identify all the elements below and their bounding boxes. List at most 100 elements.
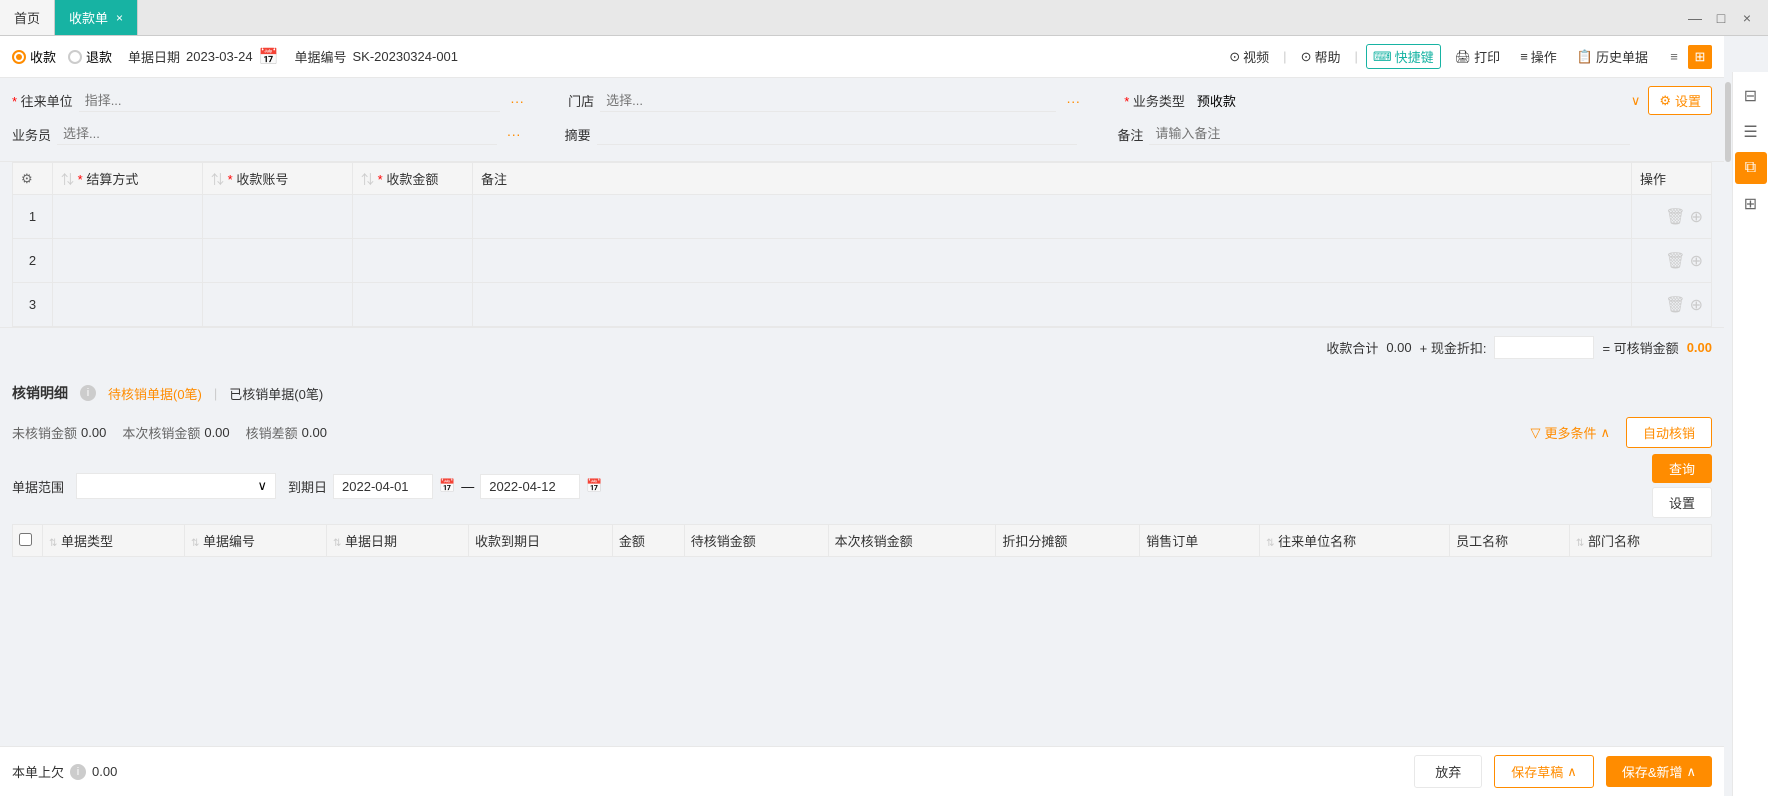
window-close-button[interactable]: ×: [1738, 9, 1756, 27]
row3-delete-button[interactable]: 🗑: [1665, 295, 1685, 315]
row2-settle[interactable]: [53, 239, 203, 283]
abandon-button[interactable]: 放弃: [1414, 755, 1482, 788]
window-maximize-button[interactable]: □: [1712, 9, 1730, 27]
biz-type-label: * 业务类型: [1124, 91, 1185, 110]
save-draft-button[interactable]: 保存草稿 ∧: [1494, 755, 1594, 788]
remarks-input[interactable]: [1149, 123, 1630, 145]
row3-copy-button[interactable]: ⊕: [1690, 295, 1703, 315]
radio-refund[interactable]: 退款: [68, 47, 112, 66]
operate-button[interactable]: ≡ 操作: [1514, 45, 1563, 68]
date-end-input[interactable]: [480, 474, 580, 499]
radio-group: 收款 退款: [12, 47, 112, 66]
query-button[interactable]: 查询: [1652, 454, 1712, 483]
col-account-header: ⇅ * 收款账号: [203, 163, 353, 195]
counter-more-button[interactable]: ···: [506, 93, 528, 109]
sort-icon-number: ⇅: [191, 538, 199, 549]
tab-close-icon[interactable]: ×: [116, 11, 123, 25]
row1-copy-button[interactable]: ⊕: [1690, 207, 1703, 227]
reconcile-settings-button[interactable]: 设置: [1652, 487, 1712, 518]
staff-input[interactable]: [57, 123, 497, 145]
chevron-up-icon: ∧: [1600, 425, 1610, 441]
reconcile-header: 核销明细 i 待核销单据(0笔) | 已核销单据(0笔): [12, 383, 1712, 403]
table-gear-icon[interactable]: ⚙: [21, 171, 33, 186]
diff-stat: 核销差额 0.00: [246, 423, 327, 442]
row3-account[interactable]: [203, 283, 353, 327]
radio-income[interactable]: 收款: [12, 47, 56, 66]
calendar-end-icon[interactable]: 📅: [586, 478, 602, 494]
calendar-icon[interactable]: 📅: [259, 47, 279, 67]
info-icon2[interactable]: i: [70, 764, 86, 780]
settings-button[interactable]: ⚙ 设置: [1648, 86, 1712, 115]
print-button[interactable]: 🖨 打印: [1449, 45, 1507, 68]
row1-account[interactable]: [203, 195, 353, 239]
scope-label: 单据范围: [12, 477, 64, 496]
row3-remark[interactable]: [473, 283, 1632, 327]
content-area: 收款 退款 单据日期 2023-03-24 📅 单据编号 SK-20230324…: [0, 36, 1724, 796]
table-row: 1 🗑 ⊕: [13, 195, 1712, 239]
summary-input[interactable]: [597, 123, 1078, 145]
shop-more-button[interactable]: ···: [1062, 93, 1084, 109]
pending-tab-link[interactable]: 待核销单据(0笔): [108, 384, 202, 403]
total-value: 0.00: [1386, 340, 1411, 355]
help-button[interactable]: ⊙ 帮助: [1295, 45, 1347, 68]
row2-delete-button[interactable]: 🗑: [1665, 251, 1685, 271]
right-panel: ⊟ ☰ ⧉ ⊞: [1732, 72, 1768, 796]
col-amount-header: ⇅ * 收款金额: [353, 163, 473, 195]
history-icon: 📋: [1577, 49, 1593, 65]
auto-reconcile-button[interactable]: 自动核销: [1626, 417, 1712, 448]
scope-select[interactable]: ∨: [76, 473, 276, 499]
col-amount-header: 金额: [612, 525, 684, 557]
counter-input[interactable]: [79, 90, 500, 112]
print-label: 打印: [1474, 47, 1500, 66]
window-controls: — □ ×: [1686, 9, 1768, 27]
tab-home[interactable]: 首页: [0, 0, 55, 35]
unreconciled-stat: 未核销金额 0.00: [12, 423, 106, 442]
discount-input[interactable]: [1494, 336, 1594, 359]
window-minimize-button[interactable]: —: [1686, 9, 1704, 27]
row3-amount[interactable]: [353, 283, 473, 327]
shortcut-button[interactable]: ⌨ 快捷键: [1366, 44, 1441, 69]
layout-list-button[interactable]: ≡: [1662, 45, 1686, 69]
col-gear: ⚙: [13, 163, 53, 195]
tab-collection[interactable]: 收款单 ×: [55, 0, 138, 35]
radio-refund-dot: [68, 50, 82, 64]
select-all-checkbox[interactable]: [19, 533, 32, 546]
row2-amount[interactable]: [353, 239, 473, 283]
save-draft-label: 保存草稿: [1511, 762, 1563, 781]
calendar-start-icon[interactable]: 📅: [439, 478, 455, 494]
more-conditions-button[interactable]: ▽ 更多条件 ∧: [1530, 423, 1610, 442]
col-number-header: ⇅ 单据编号: [185, 525, 327, 557]
staff-more-button[interactable]: ···: [503, 126, 525, 142]
save-new-label: 保存&新增: [1622, 762, 1683, 781]
sort-icon2: ⇅: [211, 172, 224, 187]
biz-type-dropdown[interactable]: ∨: [1631, 93, 1641, 109]
row1-amount[interactable]: [353, 195, 473, 239]
date-start-input[interactable]: [333, 474, 433, 499]
row2-num: 2: [13, 239, 53, 283]
shop-input[interactable]: [600, 90, 1056, 112]
row3-settle[interactable]: [53, 283, 203, 327]
layout-grid-button[interactable]: ⊞: [1688, 45, 1712, 69]
side-expand-button[interactable]: ⊞: [1735, 188, 1767, 220]
row1-settle[interactable]: [53, 195, 203, 239]
row1-delete-button[interactable]: 🗑: [1665, 207, 1685, 227]
save-new-button[interactable]: 保存&新增 ∧: [1606, 756, 1712, 787]
tab-home-label: 首页: [14, 8, 40, 27]
reconcile-section: 核销明细 i 待核销单据(0笔) | 已核销单据(0笔) 未核销金额 0.00 …: [0, 375, 1724, 746]
side-table-button[interactable]: ⊟: [1735, 80, 1767, 112]
scrollbar-thumb[interactable]: [1725, 82, 1731, 162]
counter-required: *: [12, 94, 21, 109]
video-button[interactable]: ⊙ 视频: [1223, 45, 1275, 68]
done-tab-link[interactable]: 已核销单据(0笔): [229, 384, 323, 403]
side-list-button[interactable]: ☰: [1735, 116, 1767, 148]
row2-account[interactable]: [203, 239, 353, 283]
row2-remark[interactable]: [473, 239, 1632, 283]
row2-copy-button[interactable]: ⊕: [1690, 251, 1703, 271]
summary-label: 摘要: [565, 125, 591, 144]
side-attach-button[interactable]: ⧉: [1735, 152, 1767, 184]
scrollbar-track[interactable]: [1724, 72, 1732, 372]
row1-remark[interactable]: [473, 195, 1632, 239]
history-button[interactable]: 📋 历史单据: [1571, 45, 1654, 68]
filter-icon: ▽: [1530, 425, 1540, 441]
reconcile-info-icon[interactable]: i: [80, 385, 96, 401]
